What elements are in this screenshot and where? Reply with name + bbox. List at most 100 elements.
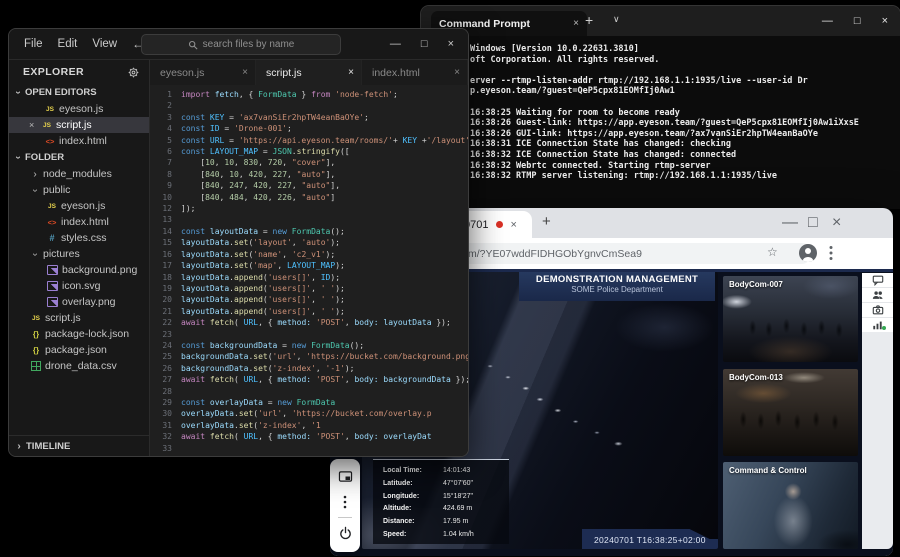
code-line: 23 bbox=[162, 329, 172, 339]
menu-file[interactable]: File bbox=[24, 38, 43, 50]
terminal-tab-close-icon[interactable]: × bbox=[573, 18, 579, 29]
folder-node_modules[interactable]: › node_modules bbox=[9, 166, 149, 182]
connection-stats-icon[interactable] bbox=[862, 318, 893, 332]
address-bar[interactable]: m/?YE07wddFIDHGObYgnvCmSea9 bbox=[418, 243, 812, 264]
code-line: 12]); bbox=[162, 204, 196, 214]
chevron-right-icon: › bbox=[17, 440, 21, 452]
video-tile-bodycam-007[interactable]: BodyCom-007 bbox=[723, 276, 858, 362]
file-label: package-lock.json bbox=[45, 328, 130, 340]
menu-view[interactable]: View bbox=[92, 38, 117, 50]
code-line: 30 overlayData.set('url', 'https://bucket… bbox=[162, 409, 432, 419]
video-tile-bodycam-013[interactable]: BodyCom-013 bbox=[723, 369, 858, 456]
tile-label: Command & Control bbox=[729, 466, 807, 475]
code-line: 31 overlayData.set('z-index', '1 bbox=[162, 420, 321, 430]
file-package.json[interactable]: {} package.json bbox=[9, 342, 149, 358]
browser-close-button[interactable]: × bbox=[832, 208, 841, 238]
screen-share-icon[interactable] bbox=[330, 463, 360, 489]
gear-icon[interactable] bbox=[128, 67, 139, 78]
section-folder[interactable]: › FOLDER bbox=[9, 149, 149, 166]
snapshot-camera-icon[interactable] bbox=[862, 303, 893, 318]
bookmark-star-icon[interactable]: ☆ bbox=[767, 245, 778, 259]
terminal-close-button[interactable]: × bbox=[882, 15, 888, 27]
code-line: 1 import fetch, { FormData } from 'node-f… bbox=[167, 90, 398, 99]
code-editor[interactable]: 1 import fetch, { FormData } from 'node-f… bbox=[150, 85, 468, 456]
file-label: public bbox=[43, 184, 71, 196]
file-styles.css[interactable]: # styles.css bbox=[9, 230, 149, 246]
video-tile-command-control[interactable]: Command & Control bbox=[723, 462, 858, 549]
code-line: 13 bbox=[162, 215, 172, 225]
telemetry-row: Longitude: 15°18'27" bbox=[383, 492, 473, 500]
code-line: 25 backgroundData.set('url', 'https://buc… bbox=[162, 352, 468, 362]
file-drone_data.csv[interactable]: drone_data.csv bbox=[9, 358, 149, 374]
command-prompt-window: Command Prompt × + ∨ — □ × Windows [Vers… bbox=[420, 5, 900, 209]
drone-telemetry-overlay: Local Time: 14:01:43 Latitude: 47°07'60" Lon… bbox=[373, 459, 509, 544]
open-editor-script.js[interactable]: × JS script.js bbox=[9, 117, 149, 133]
editor-tab-eyeson.js[interactable]: eyeson.js × bbox=[150, 60, 256, 85]
terminal-maximize-button[interactable]: □ bbox=[854, 15, 861, 27]
bodycam-013-scene bbox=[723, 369, 858, 456]
code-line: 9 [840, 247, 420, 227, "auto"], bbox=[167, 181, 341, 191]
rail-icon-group bbox=[862, 273, 893, 332]
browser-menu-kebab-icon[interactable] bbox=[829, 245, 833, 266]
telemetry-row: Latitude: 47°07'60" bbox=[383, 479, 473, 487]
terminal-new-tab-button[interactable]: + bbox=[585, 12, 593, 28]
browser-new-tab-button[interactable]: + bbox=[542, 213, 551, 230]
telemetry-row: Altitude: 424.69 m bbox=[383, 505, 473, 513]
csv-file-icon bbox=[31, 361, 41, 371]
profile-avatar[interactable] bbox=[799, 244, 817, 267]
close-icon[interactable]: × bbox=[29, 120, 38, 130]
code-line: 27 await fetch( URL, { method: 'POST', bo… bbox=[162, 375, 468, 385]
file-icon.svg[interactable]: icon.svg bbox=[9, 278, 149, 294]
connection-ok-dot bbox=[882, 326, 886, 330]
chevron-down-icon: › bbox=[29, 252, 41, 256]
explorer-title: EXPLORER bbox=[23, 66, 84, 78]
chevron-down-icon: › bbox=[12, 90, 24, 95]
chevron-right-icon: › bbox=[33, 168, 37, 180]
editor-tab-script.js[interactable]: script.js × bbox=[256, 60, 362, 85]
code-line: 33 bbox=[162, 443, 172, 453]
vscode-maximize-button[interactable]: □ bbox=[421, 38, 428, 50]
menu-edit[interactable]: Edit bbox=[58, 38, 78, 50]
file-label: script.js bbox=[56, 119, 92, 131]
browser-maximize-button[interactable]: □ bbox=[808, 208, 818, 238]
terminal-minimize-button[interactable]: — bbox=[822, 15, 833, 27]
code-line: 18 layoutData.append('users[]', ID); bbox=[162, 272, 341, 282]
telemetry-row: Local Time: 14:01:43 bbox=[383, 467, 471, 474]
file-script.js[interactable]: JS script.js bbox=[9, 310, 149, 326]
folder-pictures[interactable]: › pictures bbox=[9, 246, 149, 262]
terminal-titlebar: Command Prompt × + ∨ — □ × bbox=[421, 6, 900, 36]
power-leave-icon[interactable] bbox=[330, 520, 360, 546]
tab-close-icon[interactable]: × bbox=[454, 67, 460, 78]
section-timeline[interactable]: › TIMELINE bbox=[9, 435, 149, 456]
img-file-icon bbox=[47, 265, 58, 275]
more-options-kebab-icon[interactable] bbox=[330, 489, 360, 515]
open-editor-index.html[interactable]: <> index.html bbox=[9, 133, 149, 149]
section-open-editors[interactable]: › OPEN EDITORS bbox=[9, 84, 149, 101]
vscode-close-button[interactable]: × bbox=[448, 38, 454, 50]
editor-tab-index.html[interactable]: index.html × bbox=[362, 60, 468, 85]
code-line: 34 bbox=[150, 454, 468, 456]
file-label: drone_data.csv bbox=[45, 360, 117, 372]
file-label: index.html bbox=[59, 135, 107, 147]
browser-minimize-button[interactable]: — bbox=[782, 208, 798, 238]
file-background.png[interactable]: background.png bbox=[9, 262, 149, 278]
vscode-minimize-button[interactable]: — bbox=[390, 38, 401, 50]
chat-icon[interactable] bbox=[862, 273, 893, 288]
file-index.html[interactable]: <> index.html bbox=[9, 214, 149, 230]
file-package-lock.json[interactable]: {} package-lock.json bbox=[9, 326, 149, 342]
file-overlay.png[interactable]: overlay.png bbox=[9, 294, 149, 310]
file-eyeson.js[interactable]: JS eyeson.js bbox=[9, 198, 149, 214]
file-label: eyeson.js bbox=[59, 103, 104, 115]
terminal-dropdown-icon[interactable]: ∨ bbox=[613, 14, 620, 25]
folder-public[interactable]: › public bbox=[9, 182, 149, 198]
code-line: 32 await fetch( URL, { method: 'POST', bo… bbox=[162, 432, 432, 442]
file-label: icon.svg bbox=[62, 280, 101, 292]
open-editor-eyeson.js[interactable]: JS eyeson.js bbox=[9, 101, 149, 117]
participants-icon[interactable] bbox=[862, 288, 893, 303]
file-search-input[interactable]: search files by name bbox=[141, 34, 341, 55]
browser-tab-close-icon[interactable]: × bbox=[510, 219, 516, 231]
tab-close-icon[interactable]: × bbox=[242, 67, 248, 78]
code-line: 6 const LAYOUT_MAP = JSON.stringify([ bbox=[167, 147, 350, 157]
code-line: 2 bbox=[167, 101, 172, 111]
tab-close-icon[interactable]: × bbox=[348, 67, 354, 78]
